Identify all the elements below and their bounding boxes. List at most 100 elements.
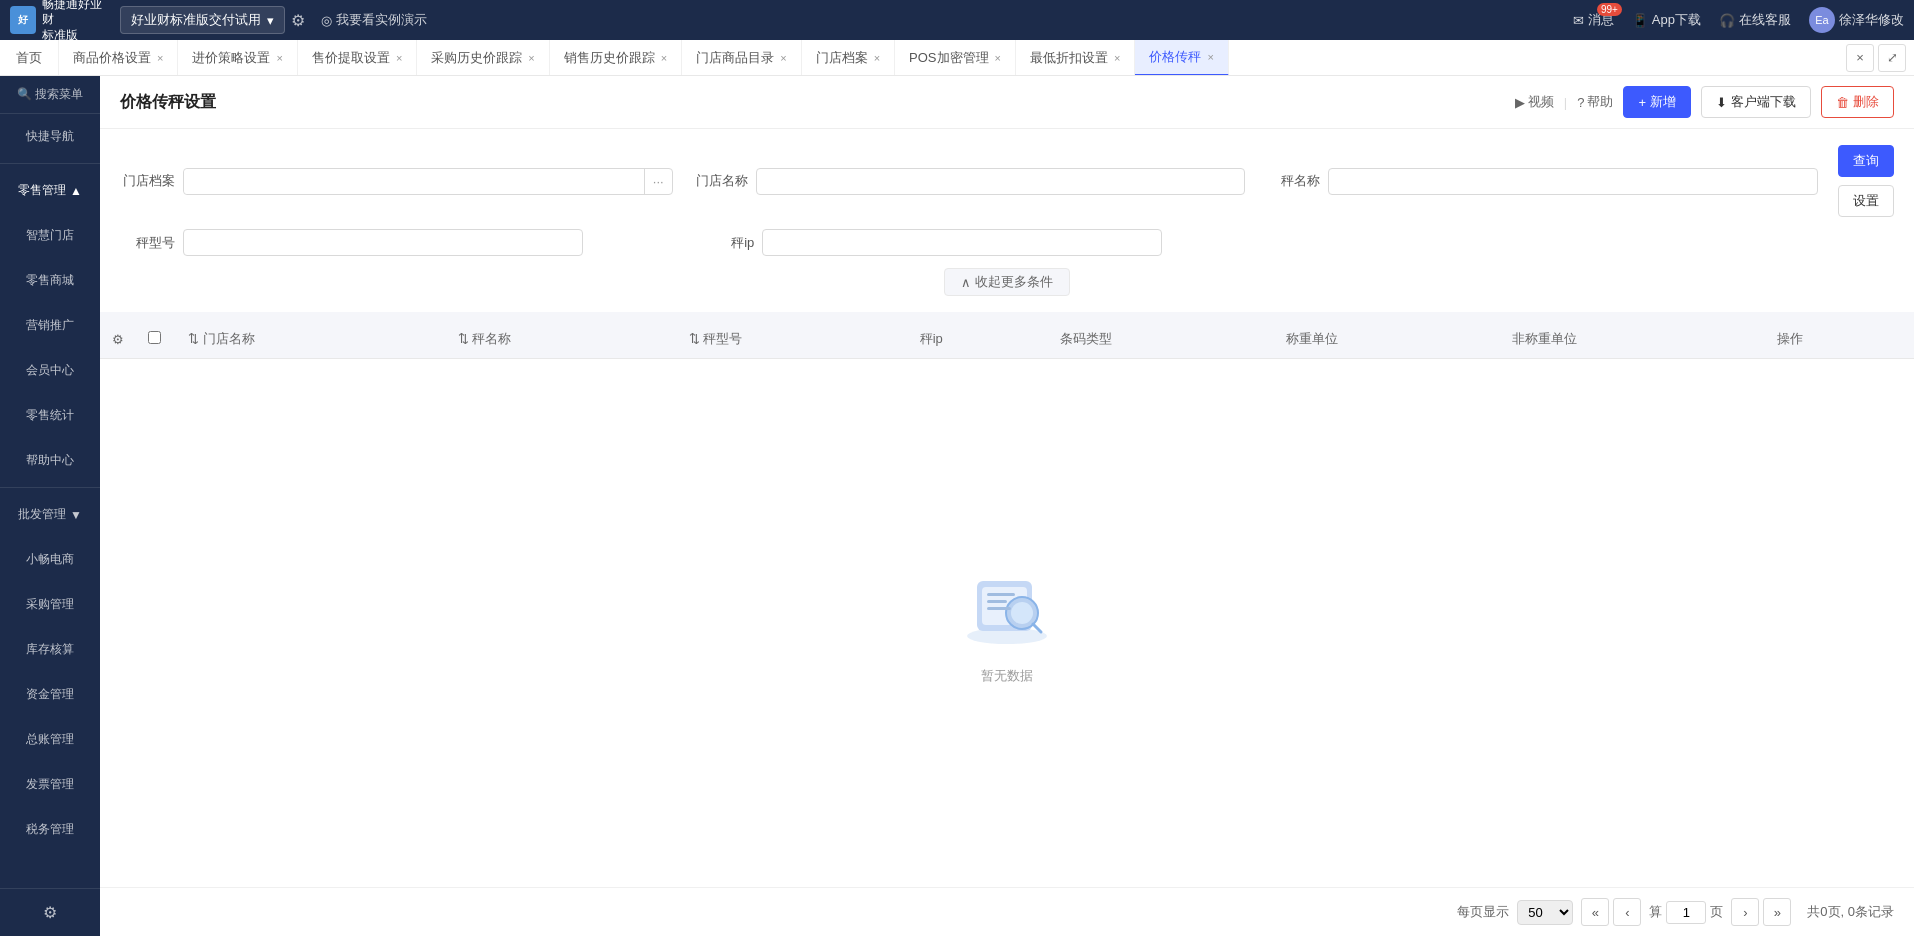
logo-area: 好 畅捷通好业财 标准版 [10,0,110,43]
store-archive-dots-button[interactable]: ··· [644,169,672,194]
sidebar-item-label: 零售管理 [18,182,66,199]
sidebar-item-finance[interactable]: 资金管理 [0,672,100,717]
store-archive-input[interactable] [184,169,644,194]
tab-price-extract[interactable]: 售价提取设置 × [298,40,417,76]
filter-scale-model: 秤型号 [120,229,679,256]
sidebar-item-help[interactable]: 帮助中心 [0,438,100,483]
add-button[interactable]: + 新增 [1623,86,1691,118]
delete-button[interactable]: 🗑 删除 [1821,86,1894,118]
col-label: 秤ip [920,331,943,346]
tab-home[interactable]: 首页 [0,40,59,76]
logo-text: 畅捷通好业财 标准版 [42,0,110,43]
tab-store-archive[interactable]: 门店档案 × [802,40,895,76]
topbar-settings-button[interactable]: ⚙ [291,11,305,30]
close-icon[interactable]: × [157,52,163,64]
sidebar-item-wholesale[interactable]: 批发管理 ▼ [0,492,100,537]
avatar-text: Ea [1815,14,1828,26]
demo-link[interactable]: ◎ 我要看实例演示 [321,11,427,29]
scale-ip-input[interactable] [762,229,1162,256]
page-size-select[interactable]: 50 20 100 [1517,900,1573,925]
tab-price-scale[interactable]: 价格传秤 × [1135,40,1228,76]
close-icon[interactable]: × [874,52,880,64]
close-icon[interactable]: × [396,52,402,64]
tab-purchase-history[interactable]: 采购历史价跟踪 × [417,40,549,76]
scale-name-input[interactable] [1328,168,1818,195]
add-label: 新增 [1650,93,1676,111]
sidebar-item-quick-nav[interactable]: 快捷导航 [0,114,100,159]
page-number-input[interactable] [1666,901,1706,924]
version-selector[interactable]: 好业财标准版交付试用 ▾ [120,6,285,34]
sidebar-item-retail[interactable]: 零售管理 ▲ [0,168,100,213]
help-icon: ? [1577,95,1584,110]
sidebar-item-purchase[interactable]: 采购管理 [0,582,100,627]
message-button[interactable]: ✉ 消息 99+ [1573,11,1614,29]
data-table: ⚙ ⇅ 门店名称 ⇅ 秤名称 [100,320,1914,359]
filter-area: 门店档案 ··· 门店名称 秤名称 [100,129,1914,312]
last-page-button[interactable]: » [1763,898,1791,926]
app-download-icon: 📱 [1632,13,1648,28]
tab-store-catalog[interactable]: 门店商品目录 × [682,40,801,76]
svg-rect-6 [987,593,1015,596]
col-scale-name: ⇅ 秤名称 [446,320,677,359]
sidebar-item-inventory[interactable]: 库存核算 [0,627,100,672]
close-icon[interactable]: × [276,52,282,64]
collapse-filter-button[interactable]: ∧ 收起更多条件 [944,268,1070,296]
sidebar-item-smart-store[interactable]: 智慧门店 [0,213,100,258]
close-icon[interactable]: × [1207,51,1213,63]
col-scale-ip: 秤ip [908,320,1048,359]
tab-label: POS加密管理 [909,49,988,67]
online-service-button[interactable]: 🎧 在线客服 [1719,11,1791,29]
sidebar-item-marketing[interactable]: 营销推广 [0,303,100,348]
sidebar-item-ecommerce[interactable]: 小畅电商 [0,537,100,582]
settings-filter-button[interactable]: 设置 [1838,185,1894,217]
sidebar-item-label: 采购管理 [26,597,74,611]
table-settings-icon[interactable]: ⚙ [112,332,124,347]
help-link[interactable]: ? 帮助 [1577,93,1613,111]
tab-pos-encrypt[interactable]: POS加密管理 × [895,40,1016,76]
tab-label: 商品价格设置 [73,49,151,67]
sidebar-item-member[interactable]: 会员中心 [0,348,100,393]
download-button[interactable]: ⬇ 客户端下载 [1701,86,1811,118]
sidebar-settings-button[interactable]: ⚙ [0,888,100,936]
tab-label: 采购历史价跟踪 [431,49,522,67]
next-page-button[interactable]: › [1731,898,1759,926]
delete-icon: 🗑 [1836,95,1849,110]
scale-model-input[interactable] [183,229,583,256]
message-icon: ✉ [1573,13,1584,28]
empty-illustration [957,561,1057,651]
close-icon[interactable]: × [1114,52,1120,64]
select-all-checkbox[interactable] [148,331,161,344]
store-archive-label: 门店档案 [120,172,175,190]
close-icon[interactable]: × [528,52,534,64]
sidebar-item-invoice[interactable]: 发票管理 [0,762,100,807]
close-icon[interactable]: × [780,52,786,64]
prev-page-button[interactable]: ‹ [1613,898,1641,926]
demo-text: 我要看实例演示 [336,11,427,29]
sidebar-divider [0,163,100,164]
query-label: 查询 [1853,152,1879,170]
app-name: 畅捷通好业财 [42,0,110,28]
tab-close-button[interactable]: × [1846,44,1874,72]
tab-purchase-strategy[interactable]: 进价策略设置 × [178,40,297,76]
tab-min-discount[interactable]: 最低折扣设置 × [1016,40,1135,76]
user-menu[interactable]: Ea 徐泽华修改 [1809,7,1904,33]
app-download-button[interactable]: 📱 App下载 [1632,11,1701,29]
sidebar-item-retail-mall[interactable]: 零售商城 [0,258,100,303]
store-name-input[interactable] [756,168,1246,195]
first-page-button[interactable]: « [1581,898,1609,926]
empty-text: 暂无数据 [981,667,1033,685]
sidebar-item-general-ledger[interactable]: 总账管理 [0,717,100,762]
video-link[interactable]: ▶ 视频 [1515,93,1554,111]
tab-product-price[interactable]: 商品价格设置 × [59,40,178,76]
tab-sales-history[interactable]: 销售历史价跟踪 × [550,40,682,76]
close-icon[interactable]: × [661,52,667,64]
page-title: 价格传秤设置 [120,92,216,113]
close-icon[interactable]: × [995,52,1001,64]
tab-maximize-button[interactable]: ⤢ [1878,44,1906,72]
sidebar-item-retail-stats[interactable]: 零售统计 [0,393,100,438]
table-area: ⚙ ⇅ 门店名称 ⇅ 秤名称 [100,320,1914,887]
filter-store-archive: 门店档案 ··· [120,168,673,195]
sidebar-search[interactable]: 🔍 搜索菜单 [0,76,100,114]
query-button[interactable]: 查询 [1838,145,1894,177]
sidebar-item-tax[interactable]: 税务管理 [0,807,100,852]
